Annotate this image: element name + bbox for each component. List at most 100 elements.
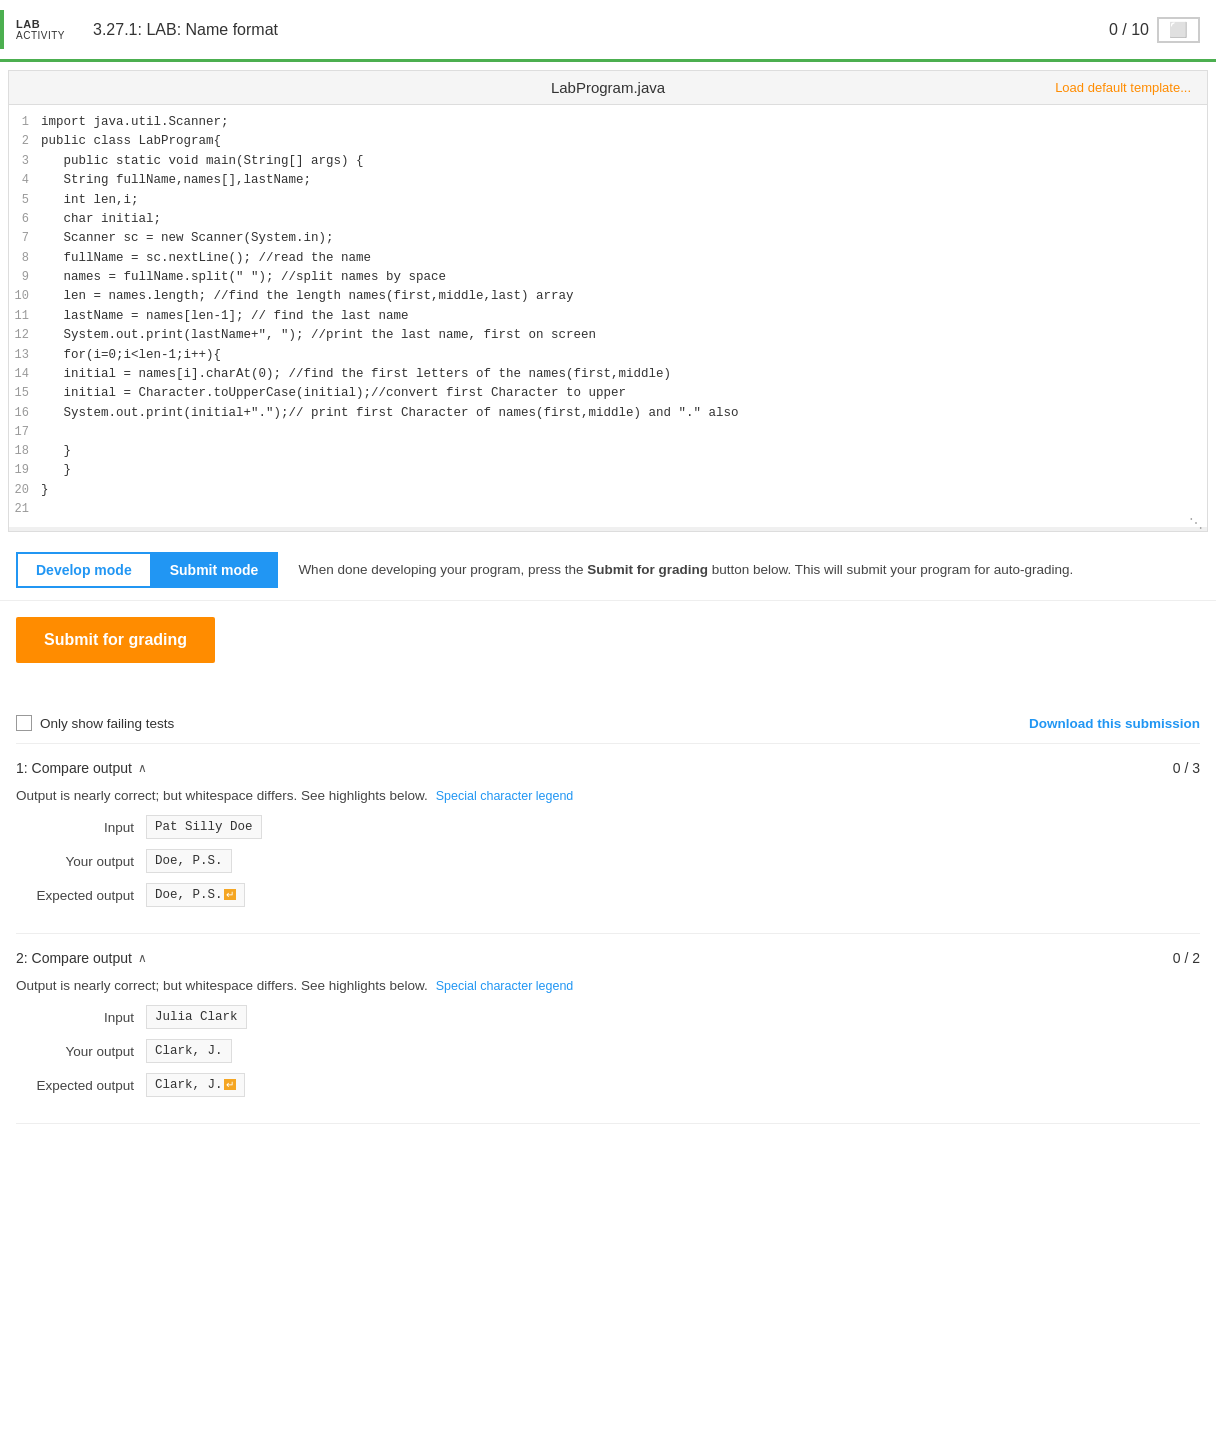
- line-number: 1: [9, 113, 41, 132]
- code-content: initial = Character.toUpperCase(initial)…: [41, 384, 626, 403]
- mode-desc-bold: Submit for grading: [587, 562, 708, 577]
- code-line: 3 public static void main(String[] args)…: [9, 152, 1207, 171]
- lab-text: LAB: [16, 18, 65, 30]
- submit-area: Submit for grading: [0, 601, 1216, 695]
- show-failing-text: Only show failing tests: [40, 716, 174, 731]
- code-content: names = fullName.split(" "); //split nam…: [41, 268, 446, 287]
- code-line: 9 names = fullName.split(" "); //split n…: [9, 268, 1207, 287]
- newline-marker: ↵: [224, 889, 236, 900]
- code-content: public class LabProgram{: [41, 132, 221, 151]
- line-number: 20: [9, 481, 41, 500]
- your-output-label: Your output: [16, 854, 146, 869]
- code-content: Scanner sc = new Scanner(System.in);: [41, 229, 334, 248]
- line-number: 3: [9, 152, 41, 171]
- submit-grading-button[interactable]: Submit for grading: [16, 617, 215, 663]
- line-number: 17: [9, 423, 41, 442]
- input-value: Pat Silly Doe: [146, 815, 262, 839]
- your-output-row: Your output Clark, J.: [16, 1039, 1200, 1063]
- code-line: 14 initial = names[i].charAt(0); //find …: [9, 365, 1207, 384]
- test-header[interactable]: 1: Compare output ∧ 0 / 3: [16, 756, 1200, 780]
- input-row: Input Julia Clark: [16, 1005, 1200, 1029]
- develop-mode-button[interactable]: Develop mode: [16, 552, 150, 588]
- line-number: 15: [9, 384, 41, 403]
- test-body: Output is nearly correct; but whitespace…: [16, 970, 1200, 1111]
- editor-container: LabProgram.java Load default template...…: [8, 70, 1208, 532]
- test-section: 1: Compare output ∧ 0 / 3 Output is near…: [16, 744, 1200, 934]
- code-line: 12 System.out.print(lastName+", "); //pr…: [9, 326, 1207, 345]
- code-line: 10 len = names.length; //find the length…: [9, 287, 1207, 306]
- code-content: for(i=0;i<len-1;i++){: [41, 346, 221, 365]
- expected-output-row: Expected output Clark, J.↵: [16, 1073, 1200, 1097]
- your-output-value: Doe, P.S.: [146, 849, 232, 873]
- code-line: 17: [9, 423, 1207, 442]
- line-number: 6: [9, 210, 41, 229]
- expected-output-label: Expected output: [16, 888, 146, 903]
- special-char-legend-link[interactable]: Special character legend: [436, 979, 574, 993]
- input-label: Input: [16, 1010, 146, 1025]
- test-header[interactable]: 2: Compare output ∧ 0 / 2: [16, 946, 1200, 970]
- line-number: 18: [9, 442, 41, 461]
- your-output-value: Clark, J.: [146, 1039, 232, 1063]
- code-line: 21: [9, 500, 1207, 519]
- code-content: }: [41, 461, 71, 480]
- code-line: 13 for(i=0;i<len-1;i++){: [9, 346, 1207, 365]
- code-line: 19 }: [9, 461, 1207, 480]
- mode-desc-part1: When done developing your program, press…: [298, 562, 587, 577]
- test-body: Output is nearly correct; but whitespace…: [16, 780, 1200, 921]
- line-number: 2: [9, 132, 41, 151]
- code-content: lastName = names[len-1]; // find the las…: [41, 307, 409, 326]
- failing-checkbox[interactable]: [16, 715, 32, 731]
- editor-filename: LabProgram.java: [414, 79, 803, 96]
- code-content: System.out.print(initial+".");// print f…: [41, 404, 739, 423]
- resize-handle[interactable]: [9, 527, 1207, 531]
- code-content: System.out.print(lastName+", "); //print…: [41, 326, 596, 345]
- code-line: 1import java.util.Scanner;: [9, 113, 1207, 132]
- test-score: 0 / 2: [1173, 950, 1200, 966]
- line-number: 19: [9, 461, 41, 480]
- expected-output-label: Expected output: [16, 1078, 146, 1093]
- download-submission-link[interactable]: Download this submission: [1029, 716, 1200, 731]
- line-number: 16: [9, 404, 41, 423]
- line-number: 11: [9, 307, 41, 326]
- test-message: Output is nearly correct; but whitespace…: [16, 788, 1200, 803]
- show-failing-label[interactable]: Only show failing tests: [16, 715, 174, 731]
- header-score: 0 / 10 ⬜: [1109, 17, 1216, 43]
- input-value: Julia Clark: [146, 1005, 247, 1029]
- line-number: 7: [9, 229, 41, 248]
- special-char-legend-link[interactable]: Special character legend: [436, 789, 574, 803]
- line-number: 5: [9, 191, 41, 210]
- line-number: 9: [9, 268, 41, 287]
- newline-marker: ↵: [224, 1079, 236, 1090]
- code-line: 5 int len,i;: [9, 191, 1207, 210]
- load-default-link[interactable]: Load default template...: [1055, 80, 1191, 95]
- mode-desc-part2: button below. This will submit your prog…: [708, 562, 1073, 577]
- mode-description: When done developing your program, press…: [298, 560, 1073, 580]
- code-line: 2public class LabProgram{: [9, 132, 1207, 151]
- test-title-text: 2: Compare output: [16, 950, 132, 966]
- chevron-up-icon: ∧: [138, 761, 147, 775]
- test-message: Output is nearly correct; but whitespace…: [16, 978, 1200, 993]
- code-line: 20}: [9, 481, 1207, 500]
- test-section: 2: Compare output ∧ 0 / 2 Output is near…: [16, 934, 1200, 1124]
- chevron-up-icon: ∧: [138, 951, 147, 965]
- code-line: 8 fullName = sc.nextLine(); //read the n…: [9, 249, 1207, 268]
- your-output-label: Your output: [16, 1044, 146, 1059]
- mode-area: Develop mode Submit mode When done devel…: [0, 540, 1216, 601]
- results-toolbar: Only show failing tests Download this su…: [16, 703, 1200, 744]
- code-content: public static void main(String[] args) {: [41, 152, 364, 171]
- line-number: 21: [9, 500, 41, 519]
- code-area[interactable]: 1import java.util.Scanner;2public class …: [9, 105, 1207, 527]
- page-title: 3.27.1: LAB: Name format: [93, 21, 1109, 39]
- test-message-text: Output is nearly correct; but whitespace…: [16, 788, 428, 803]
- test-title-text: 1: Compare output: [16, 760, 132, 776]
- code-content: String fullName,names[],lastName;: [41, 171, 311, 190]
- expected-output-row: Expected output Doe, P.S.↵: [16, 883, 1200, 907]
- line-number: 8: [9, 249, 41, 268]
- code-content: initial = names[i].charAt(0); //find the…: [41, 365, 671, 384]
- input-label: Input: [16, 820, 146, 835]
- code-content: import java.util.Scanner;: [41, 113, 229, 132]
- code-content: }: [41, 481, 49, 500]
- submit-mode-button[interactable]: Submit mode: [150, 552, 279, 588]
- editor-header: LabProgram.java Load default template...: [9, 71, 1207, 105]
- code-content: len = names.length; //find the length na…: [41, 287, 574, 306]
